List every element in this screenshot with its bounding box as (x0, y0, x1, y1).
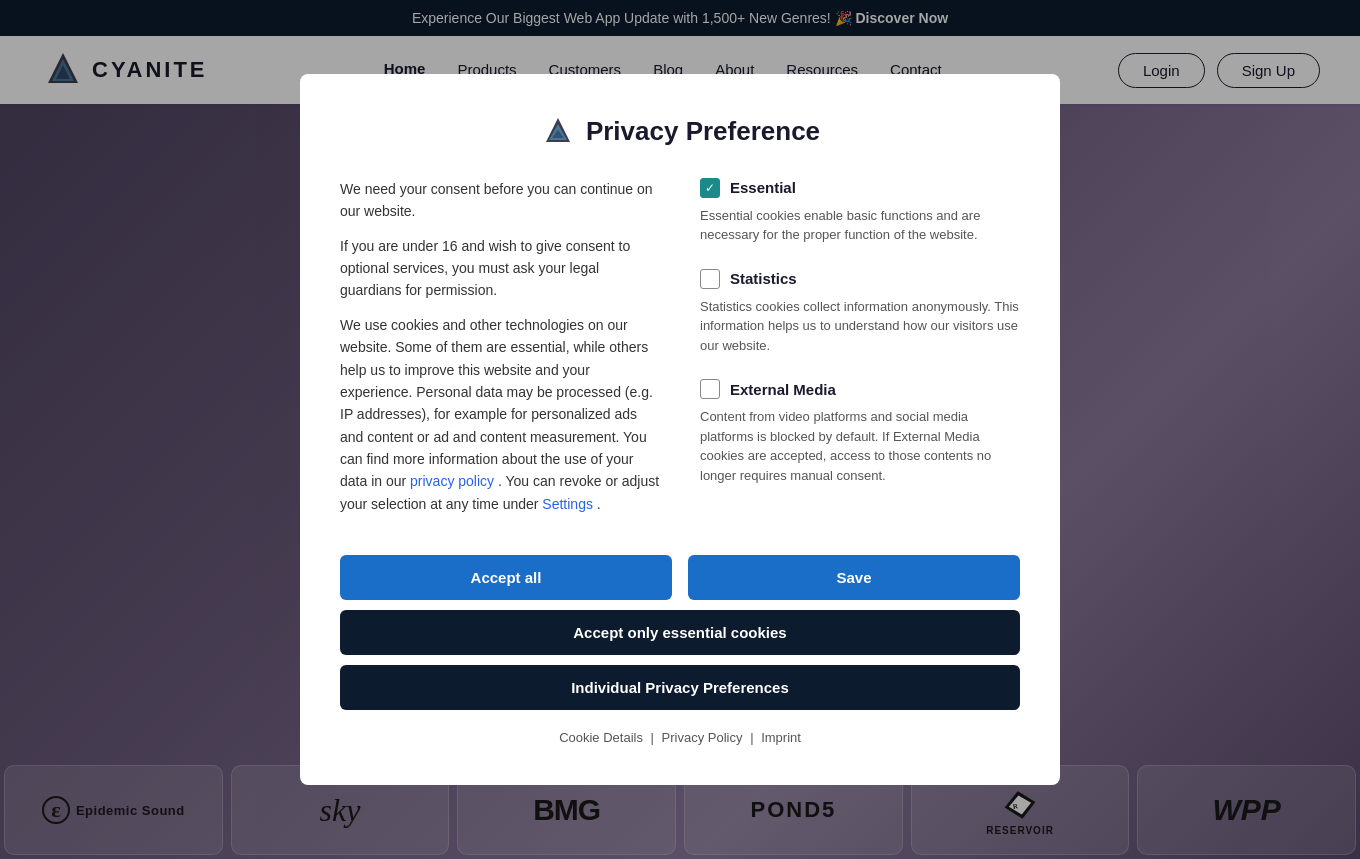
modal-intro-p3-text: We use cookies and other technologies on… (340, 317, 653, 490)
essential-description: Essential cookies enable basic functions… (700, 206, 1020, 245)
cookie-option-essential-header: ✓ Essential (700, 178, 1020, 198)
modal-intro-p3: We use cookies and other technologies on… (340, 314, 660, 516)
privacy-preference-modal: Privacy Preference We need your consent … (300, 74, 1060, 785)
cookie-option-external-media: External Media Content from video platfo… (700, 379, 1020, 485)
cookie-details-link[interactable]: Cookie Details (559, 730, 643, 745)
modal-overlay: Privacy Preference We need your consent … (0, 0, 1360, 859)
external-media-description: Content from video platforms and social … (700, 407, 1020, 485)
essential-label: Essential (730, 179, 796, 196)
cyanite-modal-icon (540, 114, 576, 150)
settings-link[interactable]: Settings (542, 496, 593, 512)
save-button[interactable]: Save (688, 555, 1020, 600)
individual-privacy-button[interactable]: Individual Privacy Preferences (340, 665, 1020, 710)
external-media-label: External Media (730, 381, 836, 398)
privacy-policy-footer-link[interactable]: Privacy Policy (662, 730, 743, 745)
accept-all-button[interactable]: Accept all (340, 555, 672, 600)
cookie-option-external-media-header: External Media (700, 379, 1020, 399)
modal-left: We need your consent before you can cont… (340, 178, 660, 527)
privacy-policy-link[interactable]: privacy policy (410, 473, 494, 489)
modal-footer: Cookie Details | Privacy Policy | Imprin… (340, 730, 1020, 745)
essential-checkmark: ✓ (705, 182, 715, 194)
separator-1: | (651, 730, 658, 745)
statistics-description: Statistics cookies collect information a… (700, 297, 1020, 356)
essential-checkbox[interactable]: ✓ (700, 178, 720, 198)
modal-body: We need your consent before you can cont… (340, 178, 1020, 527)
modal-intro-p2: If you are under 16 and wish to give con… (340, 235, 660, 302)
external-media-checkbox[interactable] (700, 379, 720, 399)
cookie-option-essential: ✓ Essential Essential cookies enable bas… (700, 178, 1020, 245)
modal-header: Privacy Preference (340, 114, 1020, 150)
accept-essential-button[interactable]: Accept only essential cookies (340, 610, 1020, 655)
modal-intro-p1: We need your consent before you can cont… (340, 178, 660, 223)
imprint-link[interactable]: Imprint (761, 730, 801, 745)
cookie-option-statistics: Statistics Statistics cookies collect in… (700, 269, 1020, 356)
cookie-option-statistics-header: Statistics (700, 269, 1020, 289)
statistics-checkbox[interactable] (700, 269, 720, 289)
modal-buttons-row: Accept all Save (340, 555, 1020, 600)
modal-title: Privacy Preference (586, 116, 820, 147)
statistics-label: Statistics (730, 270, 797, 287)
separator-2: | (750, 730, 757, 745)
modal-intro-p5: . (597, 496, 601, 512)
modal-right: ✓ Essential Essential cookies enable bas… (700, 178, 1020, 527)
